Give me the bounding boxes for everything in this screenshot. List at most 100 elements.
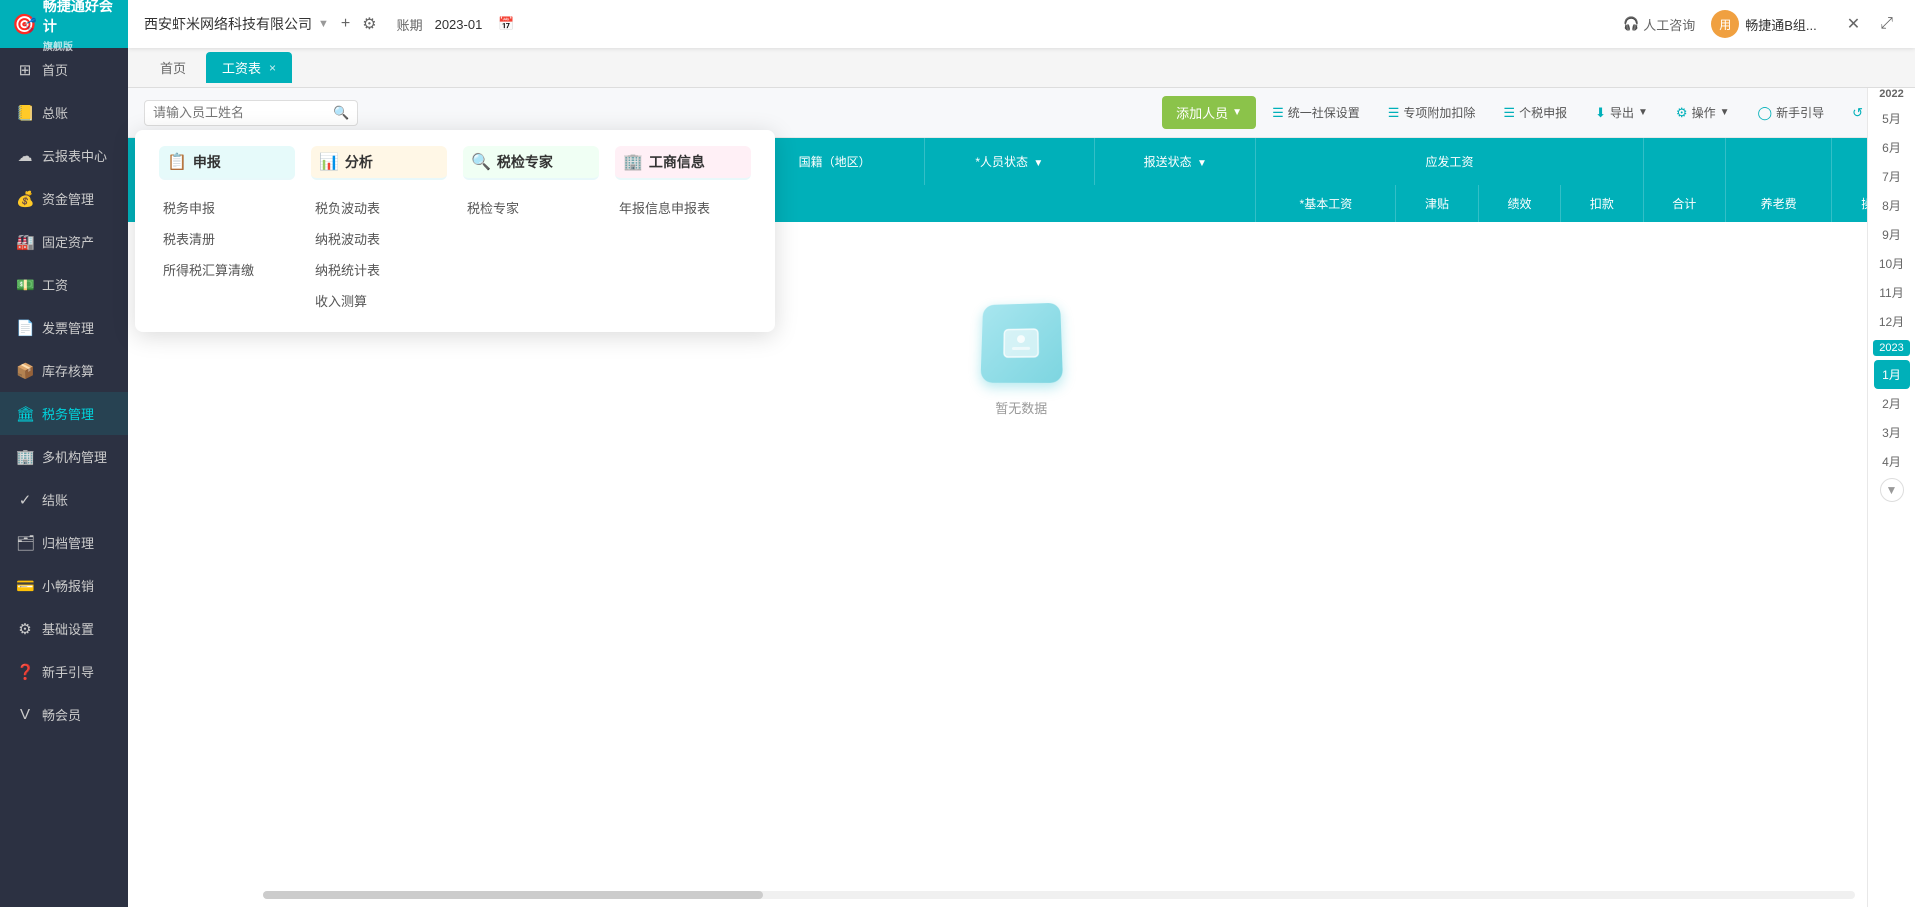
add-person-button[interactable]: 添加人员 ▼ (1162, 96, 1256, 129)
cal-month-may[interactable]: 5月 (1874, 104, 1910, 133)
sidebar: 🎯 畅捷通好会计 旗舰版 ⊞ 首页 📒 总账 ☁ 云报表中心 💰 资金管理 🏭 … (0, 0, 128, 907)
sidebar-label-archive: 归档管理 (42, 533, 94, 552)
user-area[interactable]: 用 畅捷通B组... (1711, 10, 1817, 38)
dropdown-icon: ▼ (318, 18, 329, 30)
operate-icon: ⚙ (1676, 105, 1688, 121)
item-tax-burden[interactable]: 税负波动表 (311, 192, 447, 223)
cal-month-mar[interactable]: 3月 (1874, 418, 1910, 447)
th-pension-sub: 养老费 (1725, 185, 1832, 222)
status-filter-icon[interactable]: ▼ (1033, 158, 1043, 169)
guide-icon: ◯ (1758, 105, 1773, 121)
settings-btn[interactable]: ⚙ (362, 14, 376, 34)
tabbar: 首页 工资表 × (128, 48, 1915, 88)
sidebar-item-payroll[interactable]: 💵 工资 (0, 263, 128, 306)
cal-month-sep[interactable]: 9月 (1874, 220, 1910, 249)
cal-month-apr[interactable]: 4月 (1874, 447, 1910, 476)
export-arrow: ▼ (1638, 107, 1648, 118)
cal-month-nov[interactable]: 11月 (1874, 278, 1910, 307)
calendar-icon[interactable]: 📅 (498, 16, 514, 32)
cal-month-feb[interactable]: 2月 (1874, 389, 1910, 418)
social-insurance-btn[interactable]: ☰ 统一社保设置 (1264, 100, 1368, 125)
sidebar-label-settings: 基础设置 (42, 619, 94, 638)
sidebar-item-invoice[interactable]: 📄 发票管理 (0, 306, 128, 349)
sidebar-label-guide: 新手引导 (42, 662, 94, 681)
sidebar-label-ledger: 总账 (42, 103, 68, 122)
app-logo: 🎯 畅捷通好会计 旗舰版 (0, 0, 128, 48)
expand-btn[interactable]: ⤢ (1874, 13, 1899, 35)
sidebar-label-asset: 固定资产 (42, 232, 94, 251)
tab-home[interactable]: 首页 (144, 52, 202, 83)
submit-filter-icon[interactable]: ▼ (1197, 158, 1207, 169)
sidebar-item-inventory[interactable]: 📦 库存核算 (0, 349, 128, 392)
add-company-btn[interactable]: + (341, 15, 350, 33)
special-deduction-btn[interactable]: ☰ 专项附加扣除 (1380, 100, 1484, 125)
section-title-gongshang: 🏢 工商信息 (615, 146, 751, 180)
item-tax-stats[interactable]: 纳税统计表 (311, 254, 447, 285)
sidebar-item-cloud[interactable]: ☁ 云报表中心 (0, 134, 128, 177)
social-label: 统一社保设置 (1288, 104, 1360, 121)
special-icon: ☰ (1388, 105, 1400, 121)
guide-btn[interactable]: ◯ 新手引导 (1750, 100, 1833, 125)
scrollbar-track[interactable] (263, 891, 1855, 899)
cal-month-oct[interactable]: 10月 (1874, 249, 1910, 278)
cal-month-aug[interactable]: 8月 (1874, 191, 1910, 220)
item-tax-fluctuation[interactable]: 纳税波动表 (311, 223, 447, 254)
item-tax-expert[interactable]: 税检专家 (463, 192, 599, 223)
sidebar-item-settle[interactable]: ✓ 结账 (0, 478, 128, 521)
asset-icon: 🏭 (16, 233, 34, 251)
sidebar-item-fund[interactable]: 💰 资金管理 (0, 177, 128, 220)
sidebar-label-inventory: 库存核算 (42, 361, 94, 380)
cal-month-jun[interactable]: 6月 (1874, 133, 1910, 162)
sidebar-item-multi[interactable]: 🏢 多机构管理 (0, 435, 128, 478)
company-selector[interactable]: 西安虾米网络科技有限公司 ▼ (144, 14, 329, 34)
item-tax-declare[interactable]: 税务申报 (159, 192, 295, 223)
sidebar-label-cloud: 云报表中心 (42, 146, 107, 165)
tab-close-btn[interactable]: × (269, 61, 276, 75)
cal-month-dec[interactable]: 12月 (1874, 307, 1910, 336)
add-person-label: 添加人员 (1176, 103, 1228, 122)
headset-icon: 🎧 (1623, 16, 1639, 32)
calendar-panel: ▲ 2022 5月 6月 7月 8月 9月 10月 11月 12月 2023 1… (1867, 48, 1915, 907)
sidebar-item-asset[interactable]: 🏭 固定资产 (0, 220, 128, 263)
sidebar-item-guide[interactable]: ❓ 新手引导 (0, 650, 128, 693)
inventory-icon: 📦 (16, 362, 34, 380)
shenbao-icon: 📋 (167, 152, 187, 172)
sidebar-item-ledger[interactable]: 📒 总账 (0, 91, 128, 134)
scrollbar-thumb[interactable] (263, 891, 763, 899)
sidebar-item-tax[interactable]: 🏛 税务管理 (0, 392, 128, 435)
th-allowance: 津贴 (1396, 185, 1478, 222)
close-btn[interactable]: ✕ (1841, 12, 1866, 36)
cal-month-jul[interactable]: 7月 (1874, 162, 1910, 191)
dropdown-section-fenxi: 📊 分析 税负波动表 纳税波动表 纳税统计表 收入测算 (303, 146, 455, 316)
sidebar-label-fund: 资金管理 (42, 189, 94, 208)
sidebar-item-archive[interactable]: 🗂 归档管理 (0, 521, 128, 564)
section-title-fenxi: 📊 分析 (311, 146, 447, 180)
tab-active-label: 工资表 (222, 58, 261, 77)
ledger-icon: 📒 (16, 104, 34, 122)
sidebar-item-member[interactable]: V 畅会员 (0, 693, 128, 736)
period-value: 2023-01 (435, 17, 483, 32)
shuijian-icon: 🔍 (471, 152, 491, 172)
sidebar-item-settings[interactable]: ⚙ 基础设置 (0, 607, 128, 650)
operate-btn[interactable]: ⚙ 操作 ▼ (1668, 100, 1738, 125)
sidebar-item-home[interactable]: ⊞ 首页 (0, 48, 128, 91)
refresh-icon: ↺ (1852, 105, 1863, 121)
help-btn[interactable]: 🎧 人工咨询 (1623, 15, 1695, 34)
dropdown-section-shenbao: 📋 申报 税务申报 税表清册 所得税汇算清缴 (151, 146, 303, 316)
sidebar-item-report[interactable]: 💳 小畅报销 (0, 564, 128, 607)
empty-icon (981, 303, 1064, 383)
item-income-calc[interactable]: 收入测算 (311, 285, 447, 316)
cal-year-2022: 2022 (1879, 88, 1903, 100)
item-annual-report[interactable]: 年报信息申报表 (615, 192, 751, 223)
export-btn[interactable]: ⬇ 导出 ▼ (1587, 100, 1656, 125)
cal-down-btn[interactable]: ▼ (1880, 478, 1904, 502)
item-income-tax[interactable]: 所得税汇算清缴 (159, 254, 295, 285)
tax-declare-btn[interactable]: ☰ 个税申报 (1495, 100, 1575, 125)
search-input[interactable] (153, 105, 329, 120)
cal-month-jan[interactable]: 1月 (1874, 360, 1910, 389)
tab-payroll-table[interactable]: 工资表 × (206, 52, 292, 83)
tax-icon: ☰ (1503, 105, 1515, 121)
special-label: 专项附加扣除 (1403, 104, 1475, 121)
item-tax-table[interactable]: 税表清册 (159, 223, 295, 254)
avatar: 用 (1711, 10, 1739, 38)
